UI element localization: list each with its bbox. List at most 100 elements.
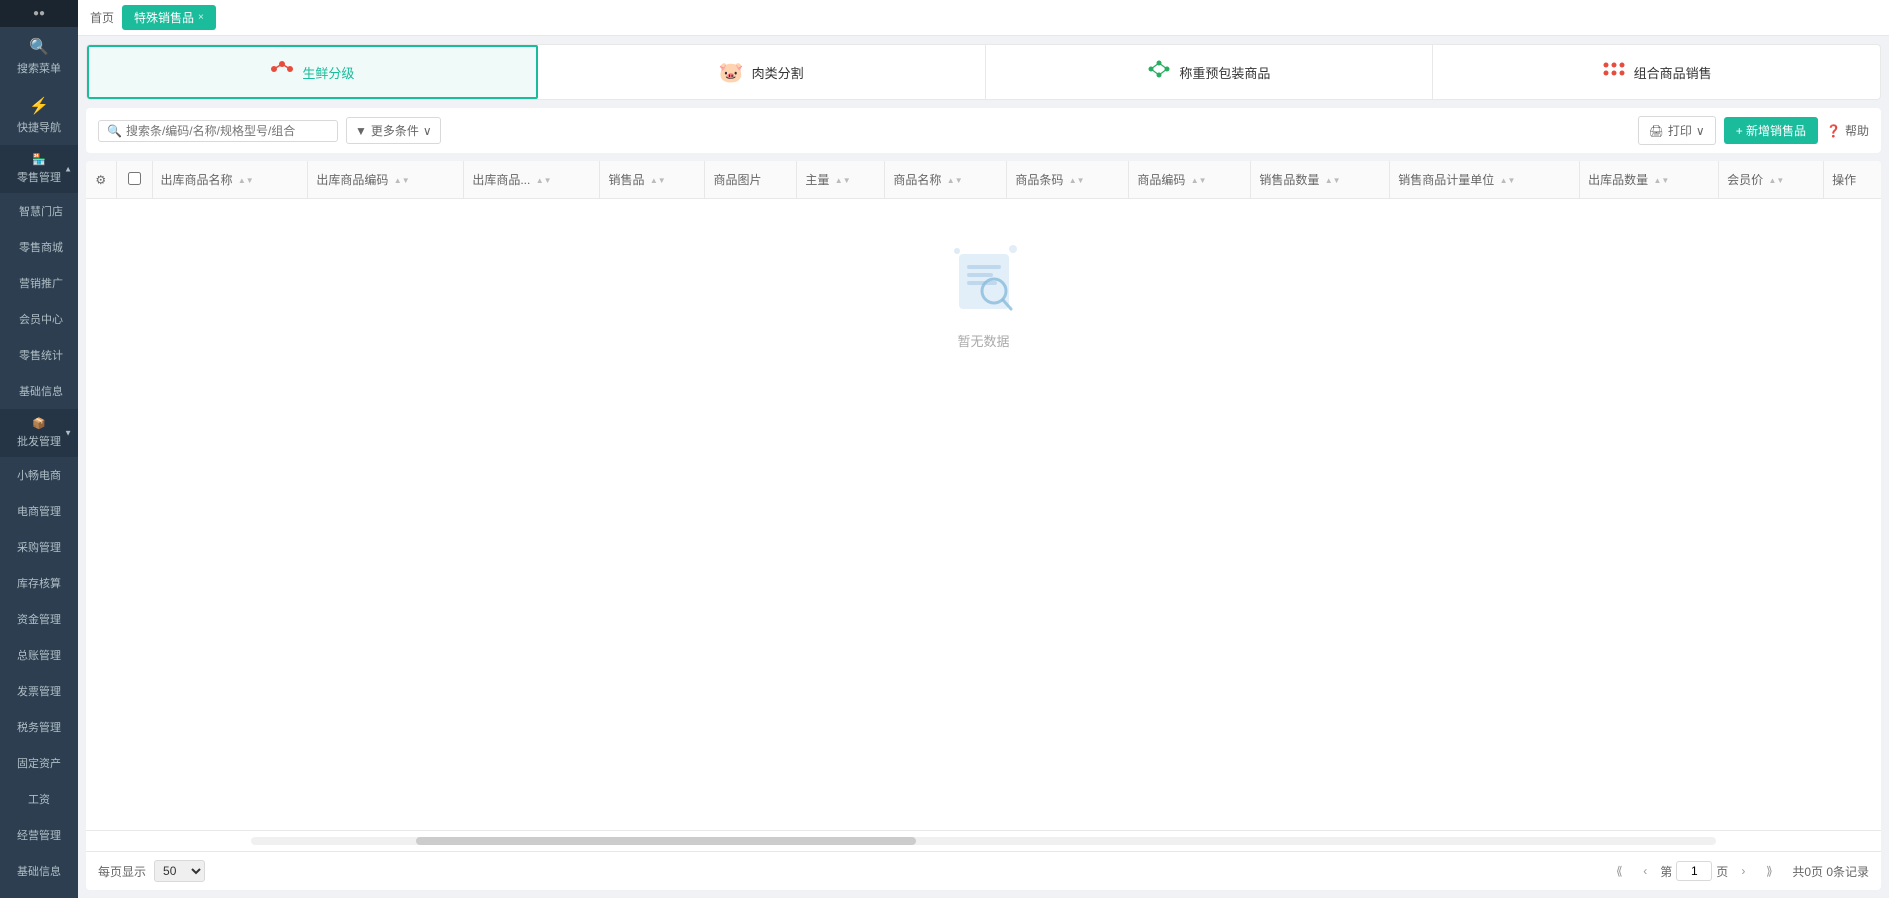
scrollbar-track[interactable]	[251, 837, 1716, 845]
sidebar-item-fixed-assets[interactable]: 固定资产	[0, 745, 78, 781]
sidebar-item-member-center[interactable]: 会员中心	[0, 301, 78, 337]
scrollbar-thumb[interactable]	[416, 837, 916, 845]
retail-mgmt-arrow: ▲	[64, 165, 72, 174]
th-barcode[interactable]: 商品条码 ▲▼	[1007, 161, 1129, 199]
page-last-btn[interactable]: ⟫	[1758, 860, 1780, 882]
sort-arrows-barcode[interactable]: ▲▼	[1069, 177, 1085, 185]
th-out-code[interactable]: 出库商品编码 ▲▼	[308, 161, 464, 199]
new-sale-item-button[interactable]: + 新增销售品	[1724, 117, 1818, 144]
wholesale-mgmt-icon: 📦	[32, 417, 46, 430]
sidebar-item-retail-stats[interactable]: 零售统计	[0, 337, 78, 373]
category-tabs: 生鲜分级 🐷 肉类分割	[86, 44, 1881, 100]
scrollbar-container[interactable]	[86, 830, 1881, 851]
filter-icon: ▼	[355, 124, 367, 138]
sidebar-item-sys-mgmt[interactable]: 系统管理	[0, 889, 78, 898]
weigh-tab-icon	[1147, 59, 1171, 85]
sidebar: ●● 🔍 搜索菜单 ⚡ 快捷导航 🏪 零售管理 ▲ 智慧门店 零售商城 营销推广…	[0, 0, 78, 898]
pagination-bar: 每页显示 10 20 50 100 ⟪ ‹ 第 页 › ⟫ 共	[86, 851, 1881, 890]
search-input[interactable]	[126, 124, 329, 138]
th-sale-item[interactable]: 销售品 ▲▼	[600, 161, 705, 199]
main-content: 首页 特殊销售品 × 生鲜分级	[78, 0, 1889, 898]
quick-nav-icon: ⚡	[29, 96, 49, 116]
th-member-price[interactable]: 会员价 ▲▼	[1719, 161, 1824, 199]
print-button[interactable]: 🖨 打印 ∨	[1638, 116, 1716, 145]
th-product-name[interactable]: 商品名称 ▲▼	[885, 161, 1007, 199]
sidebar-item-basic-info2[interactable]: 基础信息	[0, 853, 78, 889]
sort-arrows-sale-item[interactable]: ▲▼	[650, 177, 666, 185]
th-sale-unit[interactable]: 销售商品计量单位 ▲▼	[1390, 161, 1580, 199]
sidebar-item-search-menu[interactable]: 🔍 搜索菜单	[0, 27, 78, 86]
breadcrumb-home[interactable]: 首页	[90, 9, 114, 26]
col-member-price-label: 会员价	[1727, 173, 1763, 187]
col-product-name-label: 商品名称	[893, 173, 941, 187]
page-size-select[interactable]: 10 20 50 100	[154, 860, 205, 882]
new-label: + 新增销售品	[1736, 122, 1806, 139]
fresh-tab-icon	[270, 59, 294, 85]
sidebar-item-payroll[interactable]: 工资	[0, 781, 78, 817]
sort-arrows-out-qty[interactable]: ▲▼	[1654, 177, 1670, 185]
sidebar-item-purchase-mgmt[interactable]: 采购管理	[0, 529, 78, 565]
filter-button[interactable]: ▼ 更多条件 ∨	[346, 117, 441, 144]
sidebar-item-basic-info[interactable]: 基础信息	[0, 373, 78, 409]
cat-tab-fresh[interactable]: 生鲜分级	[87, 45, 538, 99]
sort-arrows-member-price[interactable]: ▲▼	[1768, 177, 1784, 185]
page-prev-btn[interactable]: ‹	[1634, 860, 1656, 882]
filter-label: 更多条件	[371, 122, 419, 139]
sort-arrows-out-spec[interactable]: ▲▼	[536, 177, 552, 185]
tab-close-icon[interactable]: ×	[198, 12, 204, 23]
sort-arrows-main-qty[interactable]: ▲▼	[835, 177, 851, 185]
sort-arrows-out-name[interactable]: ▲▼	[238, 177, 254, 185]
th-product-code[interactable]: 商品编码 ▲▼	[1129, 161, 1251, 199]
cat-tab-combo[interactable]: 组合商品销售	[1433, 45, 1880, 99]
page-number-input[interactable]	[1676, 861, 1712, 881]
sidebar-item-tax[interactable]: 税务管理	[0, 709, 78, 745]
sidebar-item-retail-mall[interactable]: 零售商城	[0, 229, 78, 265]
weigh-tab-label: 称重预包装商品	[1179, 63, 1270, 82]
column-setting-icon[interactable]: ⚙	[95, 173, 106, 187]
sidebar-item-ops-mgmt[interactable]: 经营管理	[0, 817, 78, 853]
th-out-spec[interactable]: 出库商品... ▲▼	[464, 161, 600, 199]
toolbar-right: 🖨 打印 ∨ + 新增销售品 ❓ 帮助	[1638, 116, 1869, 145]
table-wrap[interactable]: ⚙ 出库商品名称 ▲▼ 出库商品编码 ▲▼	[86, 161, 1881, 830]
th-checkbox[interactable]	[116, 161, 152, 199]
col-product-code-label: 商品编码	[1137, 173, 1185, 187]
col-barcode-label: 商品条码	[1015, 173, 1063, 187]
search-menu-icon: 🔍	[29, 37, 49, 57]
sidebar-item-smart-store[interactable]: 智慧门店	[0, 193, 78, 229]
sidebar-item-invoice[interactable]: 发票管理	[0, 673, 78, 709]
th-setting[interactable]: ⚙	[86, 161, 116, 199]
th-main-qty[interactable]: 主量 ▲▼	[797, 161, 885, 199]
th-sale-qty[interactable]: 销售品数量 ▲▼	[1251, 161, 1390, 199]
toolbar-left: 🔍 ▼ 更多条件 ∨	[98, 117, 441, 144]
active-tab-label: 特殊销售品	[134, 9, 194, 26]
th-out-qty[interactable]: 出库品数量 ▲▼	[1580, 161, 1719, 199]
active-tab[interactable]: 特殊销售品 ×	[122, 5, 216, 30]
print-icon: 🖨	[1649, 124, 1664, 138]
top-bar: 首页 特殊销售品 ×	[78, 0, 1889, 36]
sidebar-item-ecom-mgmt[interactable]: 电商管理	[0, 493, 78, 529]
cat-tab-meat[interactable]: 🐷 肉类分割	[538, 45, 986, 99]
data-table: ⚙ 出库商品名称 ▲▼ 出库商品编码 ▲▼	[86, 161, 1881, 390]
sidebar-item-retail-mgmt[interactable]: 🏪 零售管理 ▲	[0, 145, 78, 193]
sidebar-item-ledger[interactable]: 总账管理	[0, 637, 78, 673]
sidebar-item-marketing[interactable]: 营销推广	[0, 265, 78, 301]
sidebar-item-mini-ecom[interactable]: 小畅电商	[0, 457, 78, 493]
sidebar-item-quick-nav[interactable]: ⚡ 快捷导航	[0, 86, 78, 145]
page-first-btn[interactable]: ⟪	[1608, 860, 1630, 882]
search-box[interactable]: 🔍	[98, 120, 338, 142]
sidebar-item-inventory[interactable]: 库存核算	[0, 565, 78, 601]
sort-arrows-product-code[interactable]: ▲▼	[1191, 177, 1207, 185]
sort-arrows-sale-qty[interactable]: ▲▼	[1325, 177, 1341, 185]
col-sale-item-label: 销售品	[608, 173, 644, 187]
th-out-name[interactable]: 出库商品名称 ▲▼	[152, 161, 308, 199]
sidebar-item-finance[interactable]: 资金管理	[0, 601, 78, 637]
cat-tab-weigh[interactable]: 称重预包装商品	[986, 45, 1434, 99]
page-next-btn[interactable]: ›	[1732, 860, 1754, 882]
sort-arrows-product-name[interactable]: ▲▼	[947, 177, 963, 185]
select-all-checkbox[interactable]	[128, 172, 141, 185]
help-button[interactable]: ❓ 帮助	[1826, 122, 1869, 139]
sidebar-item-wholesale-mgmt[interactable]: 📦 批发管理 ▼	[0, 409, 78, 457]
sort-arrows-out-code[interactable]: ▲▼	[394, 177, 410, 185]
col-out-name-label: 出库商品名称	[161, 173, 233, 187]
sort-arrows-sale-unit[interactable]: ▲▼	[1500, 177, 1516, 185]
